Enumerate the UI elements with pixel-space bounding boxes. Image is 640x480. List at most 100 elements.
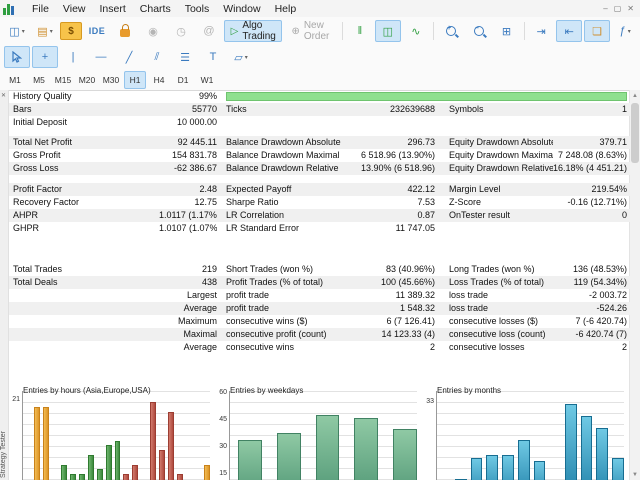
panel-close-icon[interactable]: ✕	[1, 92, 6, 99]
timeframe-w1[interactable]: W1	[196, 71, 218, 89]
indicators-button[interactable]: ƒ ▾	[612, 20, 638, 42]
timeframe-m30[interactable]: M30	[100, 71, 122, 89]
report-value: 219	[201, 264, 217, 274]
text-tool-icon: T	[209, 51, 217, 63]
menu-item-tools[interactable]: Tools	[178, 2, 217, 16]
report-label: consecutive wins ($)	[226, 316, 308, 326]
chart-bar	[114, 440, 121, 480]
menu-bar: File View Insert Charts Tools Window Help – ▢ …	[0, 0, 640, 18]
crosshair-tool[interactable]: +	[32, 46, 58, 68]
timeframe-m20[interactable]: M20	[76, 71, 98, 89]
scroll-thumb[interactable]	[631, 103, 639, 163]
profiles-button-icon: ▤	[37, 25, 48, 38]
algo-trading-button[interactable]: ▷ Algo Trading	[224, 20, 283, 42]
shift-chart-button[interactable]: ⇥	[528, 20, 554, 42]
timeframe-m15[interactable]: M15	[52, 71, 74, 89]
report-label: Sharpe Ratio	[226, 197, 279, 207]
tick-chart-button[interactable]: ‖	[347, 20, 373, 42]
timeframe-m5[interactable]: M5	[28, 71, 50, 89]
new-chart-button[interactable]: ◫ ▾	[4, 20, 30, 42]
candlestick-chart-button[interactable]: ◫	[374, 20, 401, 42]
chart-title: Entries by months	[437, 386, 502, 395]
vertical-line-tool[interactable]: |	[60, 46, 86, 68]
fibonacci-tool[interactable]: ☰	[172, 46, 198, 68]
scroll-down-icon[interactable]: ▼	[630, 469, 640, 480]
menu-item-window[interactable]: Window	[216, 2, 267, 16]
report-value: -62 386.67	[173, 163, 217, 173]
lock-button[interactable]	[112, 20, 138, 42]
report-label: Symbols	[449, 104, 484, 114]
symbols-button[interactable]: $	[60, 22, 82, 40]
report-value: 1 548.32	[399, 303, 435, 313]
y-axis-tick: 15	[219, 470, 227, 477]
algo-trading-button-icon: ▷	[230, 25, 239, 37]
restore-button[interactable]: ▢	[614, 4, 622, 13]
text-tool[interactable]: T	[200, 46, 226, 68]
report-value: 2.48	[199, 184, 217, 194]
new-order-button[interactable]: ⊕ New Order	[284, 20, 338, 42]
report-value: 16.18% (4 451.21)	[553, 163, 628, 173]
menu-item-file[interactable]: File	[25, 2, 56, 16]
scroll-up-icon[interactable]: ▲	[630, 90, 640, 101]
report-label: Profit Factor	[13, 184, 63, 194]
app-logo-icon	[3, 2, 21, 15]
table-row: Largest profit trade 11 389.32 loss trade -2…	[9, 289, 630, 302]
depth-of-market-button[interactable]: ◉	[140, 20, 166, 42]
padlock-icon	[120, 24, 130, 37]
alerts-button[interactable]: ◷	[168, 20, 194, 42]
chart-bar	[96, 469, 103, 480]
vertical-scrollbar[interactable]: ▲ ▼	[629, 90, 640, 480]
grid-button[interactable]: ⊞	[494, 20, 520, 42]
plot-area	[436, 391, 624, 480]
timeframe-h1[interactable]: H1	[124, 70, 146, 89]
report-group: Total Net Profit 92 445.11 Balance Drawdow…	[9, 136, 630, 175]
menu-item-view[interactable]: View	[56, 2, 93, 16]
strategy-tester-tab[interactable]: Strategy Tester	[0, 431, 8, 478]
auto-scroll-button[interactable]: ⇤	[556, 20, 583, 42]
horizontal-line-tool[interactable]: —	[88, 46, 114, 68]
report-value: Largest	[186, 290, 217, 300]
chart-bar	[486, 455, 498, 480]
mail-button[interactable]: @	[196, 20, 222, 42]
report-label: Total Deals	[13, 277, 58, 287]
backtest-report-table: History Quality 99% Bars 55770 Ticks 23263968…	[9, 90, 630, 354]
chart-bar	[564, 404, 577, 480]
menu-item-insert[interactable]: Insert	[93, 2, 133, 16]
trendline-tool[interactable]: ╱	[116, 46, 142, 68]
layers-button[interactable]: ❏	[584, 20, 611, 42]
chart-title: Entries by weekdays	[230, 386, 304, 395]
report-label: Gross Loss	[13, 163, 59, 173]
chart-bar	[168, 411, 175, 480]
report-value: 1.0107 (1.07%)	[159, 223, 217, 233]
report-label: Total Trades	[13, 264, 63, 274]
metaeditor-button[interactable]: IDE	[84, 20, 110, 42]
drawing-toolbar: + | — ╱ ⫽ ☰ T ▱ ▾	[0, 45, 640, 70]
shapes-tool-icon: ▱	[234, 51, 243, 64]
shapes-tool[interactable]: ▱ ▾	[228, 46, 254, 68]
report-label: Balance Drawdown Absolute	[226, 137, 341, 147]
timeframe-h4[interactable]: H4	[148, 71, 170, 89]
timeframe-m1[interactable]: M1	[4, 71, 26, 89]
timeframe-d1[interactable]: D1	[172, 71, 194, 89]
profiles-button[interactable]: ▤ ▾	[32, 20, 58, 42]
algo-trading-button-label: Algo Trading	[242, 20, 276, 42]
line-chart-button[interactable]: ∿	[403, 20, 429, 42]
menu-item-charts[interactable]: Charts	[133, 2, 178, 16]
chart-bar	[596, 428, 609, 480]
report-value: 1.0117 (1.17%)	[159, 210, 217, 220]
report-label: Equity Drawdown Absolute	[449, 137, 553, 147]
report-label: AHPR	[13, 210, 39, 220]
close-button[interactable]: ✕	[627, 4, 634, 13]
zoom-out-icon: –	[473, 25, 484, 36]
report-label: Long Trades (won %)	[449, 264, 535, 274]
minimize-button[interactable]: –	[603, 4, 607, 13]
crosshair-tool-icon: +	[41, 51, 49, 63]
cursor-tool[interactable]	[4, 46, 30, 68]
menu-item-help[interactable]: Help	[268, 2, 304, 16]
report-value: 13.90% (6 518.96)	[360, 163, 435, 173]
zoom-in-button[interactable]: +	[438, 20, 464, 42]
table-row: GHPR 1.0107 (1.07%) LR Standard Error 11 74…	[9, 222, 630, 235]
channel-tool[interactable]: ⫽	[144, 46, 170, 68]
zoom-out-button[interactable]: –	[466, 20, 492, 42]
report-label: Equity Drawdown Maximal	[449, 150, 553, 160]
